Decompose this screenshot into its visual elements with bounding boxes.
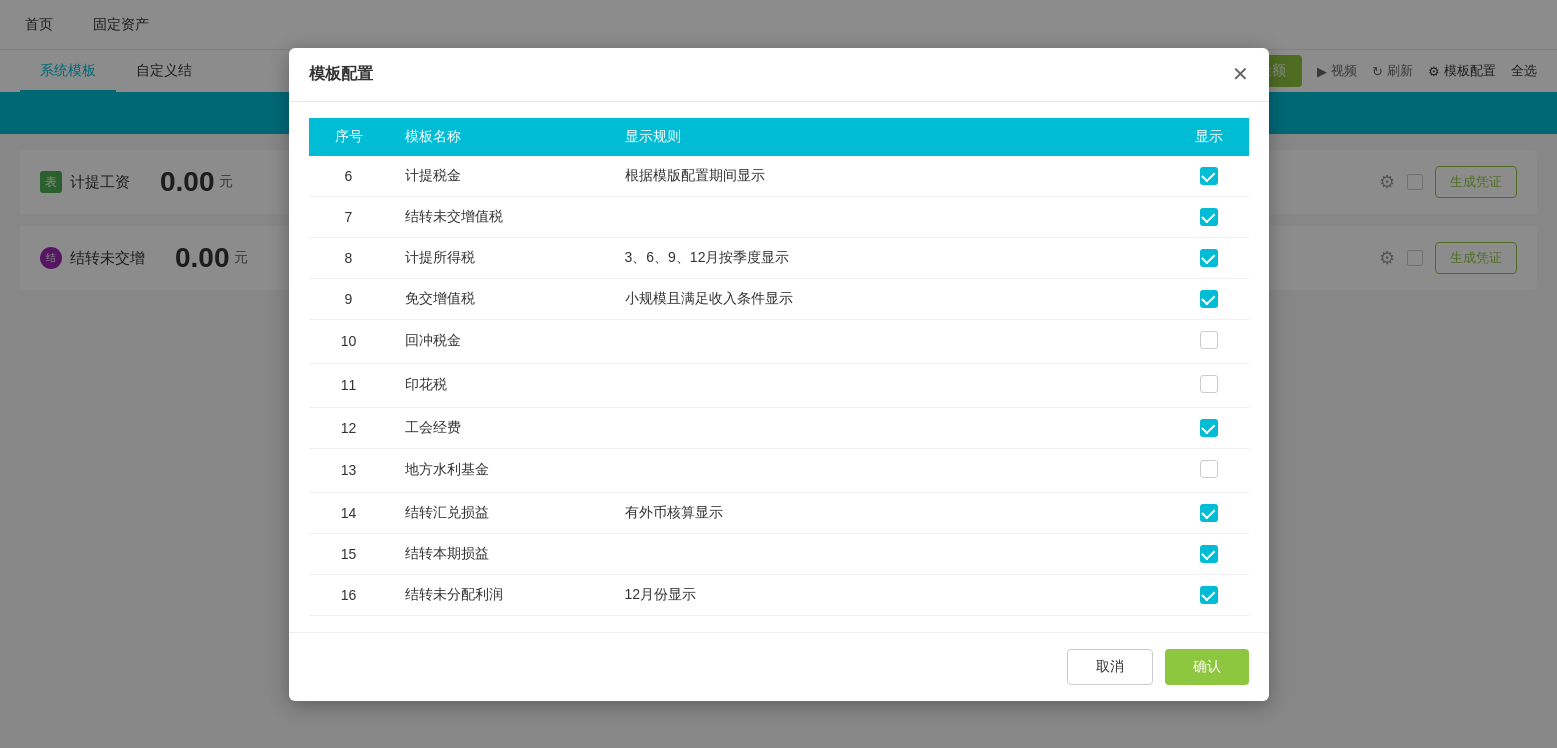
table-row: 15结转本期损益 — [309, 533, 1249, 574]
row-rule — [609, 407, 1169, 448]
row-checkbox-cell — [1169, 574, 1249, 615]
row-checkbox[interactable] — [1200, 375, 1218, 393]
row-rule — [609, 533, 1169, 574]
row-rule — [609, 319, 1169, 363]
row-checkbox-cell — [1169, 492, 1249, 533]
row-name: 地方水利基金 — [389, 448, 609, 492]
row-checkbox[interactable] — [1200, 331, 1218, 349]
table-row: 7结转未交增值税 — [309, 196, 1249, 237]
table-row: 14结转汇兑损益有外币核算显示 — [309, 492, 1249, 533]
row-id: 15 — [309, 533, 389, 574]
row-name: 回冲税金 — [389, 319, 609, 363]
table-row: 6计提税金根据模版配置期间显示 — [309, 156, 1249, 197]
col-header-id: 序号 — [309, 118, 389, 156]
row-checkbox-cell — [1169, 237, 1249, 278]
row-rule — [609, 363, 1169, 407]
row-checkbox-cell — [1169, 407, 1249, 448]
row-checkbox-cell — [1169, 156, 1249, 197]
row-checkbox-cell — [1169, 196, 1249, 237]
row-id: 6 — [309, 156, 389, 197]
row-checkbox[interactable] — [1200, 419, 1218, 437]
row-name: 计提所得税 — [389, 237, 609, 278]
cancel-button[interactable]: 取消 — [1067, 649, 1153, 685]
modal-header: 模板配置 ✕ — [289, 48, 1269, 102]
row-rule: 3、6、9、12月按季度显示 — [609, 237, 1169, 278]
confirm-button[interactable]: 确认 — [1165, 649, 1249, 685]
table-wrapper: 序号 模板名称 显示规则 显示 6计提税金根据模版配置期间显示7结转未交增值税8… — [309, 118, 1249, 616]
modal-body: 序号 模板名称 显示规则 显示 6计提税金根据模版配置期间显示7结转未交增值税8… — [289, 102, 1269, 632]
row-checkbox-cell — [1169, 448, 1249, 492]
row-id: 14 — [309, 492, 389, 533]
row-id: 16 — [309, 574, 389, 615]
col-header-show: 显示 — [1169, 118, 1249, 156]
row-checkbox[interactable] — [1200, 290, 1218, 308]
modal-overlay: 模板配置 ✕ 序号 模板名称 显示规则 显示 6计提税金根据模版配置期间显 — [0, 0, 1557, 748]
row-checkbox[interactable] — [1200, 167, 1218, 185]
row-rule — [609, 448, 1169, 492]
modal-footer: 取消 确认 — [289, 632, 1269, 701]
row-name: 结转本期损益 — [389, 533, 609, 574]
table-row: 10回冲税金 — [309, 319, 1249, 363]
table-row: 11印花税 — [309, 363, 1249, 407]
table-row: 13地方水利基金 — [309, 448, 1249, 492]
modal-title: 模板配置 — [309, 64, 373, 85]
row-name: 印花税 — [389, 363, 609, 407]
table-row: 8计提所得税3、6、9、12月按季度显示 — [309, 237, 1249, 278]
row-checkbox[interactable] — [1200, 249, 1218, 267]
row-id: 8 — [309, 237, 389, 278]
row-id: 13 — [309, 448, 389, 492]
row-rule — [609, 196, 1169, 237]
row-checkbox-cell — [1169, 533, 1249, 574]
col-header-rule: 显示规则 — [609, 118, 1169, 156]
close-icon[interactable]: ✕ — [1232, 64, 1249, 84]
row-name: 免交增值税 — [389, 278, 609, 319]
row-rule: 12月份显示 — [609, 574, 1169, 615]
table-row: 12工会经费 — [309, 407, 1249, 448]
row-rule: 小规模且满足收入条件显示 — [609, 278, 1169, 319]
row-checkbox-cell — [1169, 363, 1249, 407]
row-rule: 根据模版配置期间显示 — [609, 156, 1169, 197]
row-checkbox[interactable] — [1200, 504, 1218, 522]
row-id: 12 — [309, 407, 389, 448]
row-rule: 有外币核算显示 — [609, 492, 1169, 533]
config-table: 序号 模板名称 显示规则 显示 6计提税金根据模版配置期间显示7结转未交增值税8… — [309, 118, 1249, 616]
row-name: 结转未交增值税 — [389, 196, 609, 237]
row-checkbox[interactable] — [1200, 208, 1218, 226]
row-checkbox[interactable] — [1200, 545, 1218, 563]
row-name: 结转汇兑损益 — [389, 492, 609, 533]
table-row: 9免交增值税小规模且满足收入条件显示 — [309, 278, 1249, 319]
row-checkbox[interactable] — [1200, 586, 1218, 604]
row-id: 9 — [309, 278, 389, 319]
row-id: 10 — [309, 319, 389, 363]
row-checkbox[interactable] — [1200, 460, 1218, 478]
row-name: 结转未分配利润 — [389, 574, 609, 615]
row-checkbox-cell — [1169, 278, 1249, 319]
table-row: 16结转未分配利润12月份显示 — [309, 574, 1249, 615]
row-checkbox-cell — [1169, 319, 1249, 363]
row-name: 工会经费 — [389, 407, 609, 448]
modal-template-config: 模板配置 ✕ 序号 模板名称 显示规则 显示 6计提税金根据模版配置期间显 — [289, 48, 1269, 701]
row-id: 11 — [309, 363, 389, 407]
col-header-name: 模板名称 — [389, 118, 609, 156]
row-name: 计提税金 — [389, 156, 609, 197]
row-id: 7 — [309, 196, 389, 237]
